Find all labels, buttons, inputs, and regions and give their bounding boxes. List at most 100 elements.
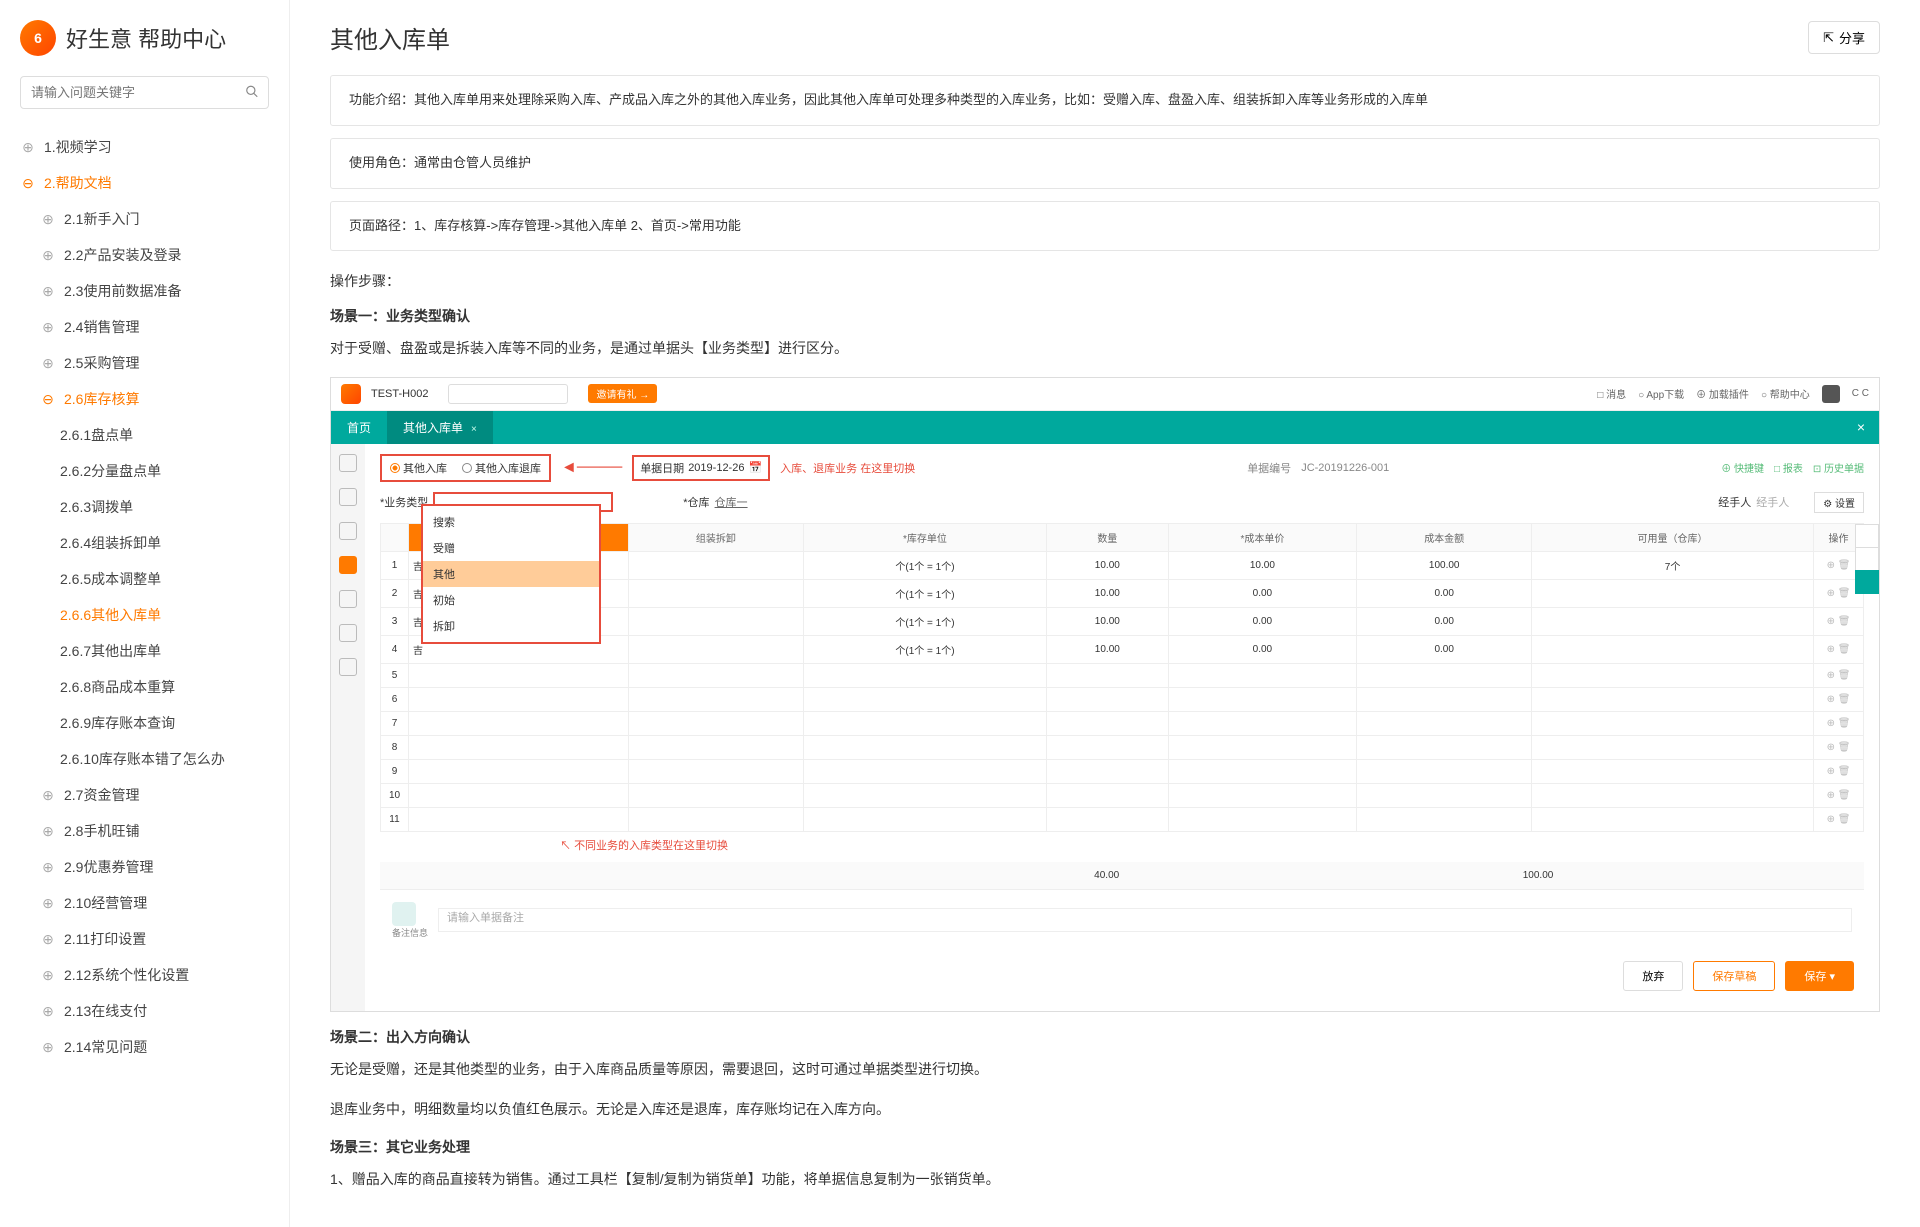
arrow-icon: ◄──── xyxy=(561,459,622,477)
th-assembly: 组装拆卸 xyxy=(629,523,804,551)
ss-history-link: ⊡ 历史单据 xyxy=(1813,460,1864,475)
ss-radio-group: 其他入库 其他入库退库 xyxy=(380,454,551,482)
ss-dd-search: 搜索 xyxy=(423,509,599,535)
remark-icon xyxy=(392,902,416,926)
radio-checked-icon xyxy=(390,463,400,473)
nav-2-3[interactable]: ⊕2.3使用前数据准备 xyxy=(20,273,289,309)
plus-icon: ⊕ xyxy=(40,355,56,371)
ss-nav-icon xyxy=(339,454,357,472)
ss-tab-home: 首页 xyxy=(331,411,387,444)
nav-2-11[interactable]: ⊕2.11打印设置 xyxy=(20,921,289,957)
nav-2-4[interactable]: ⊕2.4销售管理 xyxy=(20,309,289,345)
nav-2-5[interactable]: ⊕2.5采购管理 xyxy=(20,345,289,381)
ss-handler-field: 经手人 经手人 xyxy=(1718,494,1789,510)
main-content: 其他入库单 ⇱ 分享 功能介绍：其他入库单用来处理除采购入库、产成品入库之外的其… xyxy=(290,0,1920,1227)
ss-content: 其他入库 其他入库退库 ◄──── 单据日期 2019-12-26 📅 入库、退… xyxy=(365,444,1879,1011)
nav-2-6[interactable]: ⊖2.6库存核算 xyxy=(20,381,289,417)
intro-label: 功能介绍： xyxy=(349,92,414,107)
search-box xyxy=(20,76,269,109)
nav-2-6-1[interactable]: 2.6.1盘点单 xyxy=(20,417,289,453)
nav-2-10[interactable]: ⊕2.10经营管理 xyxy=(20,885,289,921)
ss-nav-icon xyxy=(339,522,357,540)
table-row: 3吉个(1个 = 1个)10.000.000.00⊕ 🗑 xyxy=(381,607,1864,635)
minus-icon: ⊖ xyxy=(20,175,36,191)
role-box: 使用角色：通常由仓管人员维护 xyxy=(330,138,1880,189)
ss-search-input xyxy=(448,384,568,404)
search-input[interactable] xyxy=(20,76,269,109)
share-icon: ⇱ xyxy=(1823,30,1834,46)
table-row: 9⊕ 🗑 xyxy=(381,759,1864,783)
nav-2-8[interactable]: ⊕2.8手机旺铺 xyxy=(20,813,289,849)
nav-2-12[interactable]: ⊕2.12系统个性化设置 xyxy=(20,957,289,993)
ss-logo-icon xyxy=(341,384,361,404)
ss-link-help: ○ 帮助中心 xyxy=(1761,386,1810,401)
table-row: 5⊕ 🗑 xyxy=(381,663,1864,687)
th-price: *成本单价 xyxy=(1168,523,1357,551)
nav-2-1[interactable]: ⊕2.1新手入门 xyxy=(20,201,289,237)
scene2-desc1: 无论是受赠，还是其他类型的业务，由于入库商品质量等原因，需要退回，这时可通过单据… xyxy=(330,1057,1880,1082)
ss-dd-item-selected: 其他 xyxy=(423,561,599,587)
ss-top-links: □ 消息 ○ App下载 ⊕ 加载插件 ○ 帮助中心 C C xyxy=(1597,385,1869,403)
ss-footer: 放弃 保存草稿 保存 ▾ xyxy=(380,951,1864,1001)
table-row: 7⊕ 🗑 xyxy=(381,711,1864,735)
nav-2-14[interactable]: ⊕2.14常见问题 xyxy=(20,1029,289,1065)
ss-annotation-2: ↖ 不同业务的入库类型在这里切换 xyxy=(560,837,728,853)
path-label: 页面路径： xyxy=(349,218,414,233)
radio-icon xyxy=(462,463,472,473)
ss-dd-item: 初始 xyxy=(423,587,599,613)
plus-icon: ⊕ xyxy=(40,931,56,947)
page-title: 其他入库单 xyxy=(330,20,450,55)
nav-2-6-3[interactable]: 2.6.3调拨单 xyxy=(20,489,289,525)
ss-totals-row: 40.00 100.00 xyxy=(380,862,1864,889)
scene3-desc: 1、赠品入库的商品直接转为销售。通过工具栏【复制/复制为销货单】功能，将单据信息… xyxy=(330,1167,1880,1192)
nav-2-6-9[interactable]: 2.6.9库存账本查询 xyxy=(20,705,289,741)
plus-icon: ⊕ xyxy=(40,859,56,875)
plus-icon: ⊕ xyxy=(40,247,56,263)
role-label: 使用角色： xyxy=(349,155,414,170)
nav-2-6-10[interactable]: 2.6.10库存账本错了怎么办 xyxy=(20,741,289,777)
nav-2-6-2[interactable]: 2.6.2分量盘点单 xyxy=(20,453,289,489)
plus-icon: ⊕ xyxy=(40,1039,56,1055)
ss-nav-icon xyxy=(339,658,357,676)
nav-2-6-8[interactable]: 2.6.8商品成本重算 xyxy=(20,669,289,705)
nav-docs[interactable]: ⊖2.帮助文档 xyxy=(20,165,289,201)
ss-dd-item: 受赠 xyxy=(423,535,599,561)
ss-draft-button: 保存草稿 xyxy=(1693,961,1775,991)
scene1-title: 场景一：业务类型确认 xyxy=(330,306,1880,326)
plus-icon: ⊕ xyxy=(40,1003,56,1019)
th-amt: 成本金额 xyxy=(1357,523,1532,551)
ss-dd-item: 拆卸 xyxy=(423,613,599,639)
nav-2-2[interactable]: ⊕2.2产品安装及登录 xyxy=(20,237,289,273)
ss-warehouse-field: *仓库 仓库一 xyxy=(683,494,747,510)
th-unit: *库存单位 xyxy=(803,523,1046,551)
plus-icon: ⊕ xyxy=(40,895,56,911)
ss-close-icon: × xyxy=(471,424,477,435)
steps-label: 操作步骤： xyxy=(330,271,1880,291)
nav-2-6-4[interactable]: 2.6.4组装拆卸单 xyxy=(20,525,289,561)
ss-save-button: 保存 ▾ xyxy=(1785,961,1854,991)
share-button[interactable]: ⇱ 分享 xyxy=(1808,21,1880,54)
nav-2-6-7[interactable]: 2.6.7其他出库单 xyxy=(20,633,289,669)
ss-leftnav xyxy=(331,444,365,1011)
ss-doc-no: JC-20191226-001 xyxy=(1301,462,1389,474)
ss-right-links: ⊕ 快捷键 □ 报表 ⊡ 历史单据 xyxy=(1721,460,1864,475)
table-row: 1吉个(1个 = 1个)10.0010.00100.007个⊕ 🗑 xyxy=(381,551,1864,579)
nav-2-9[interactable]: ⊕2.9优惠券管理 xyxy=(20,849,289,885)
nav-video[interactable]: ⊕1.视频学习 xyxy=(20,129,289,165)
search-icon[interactable] xyxy=(245,84,259,101)
ss-remark-area: 备注信息 请输入单据备注 xyxy=(380,889,1864,951)
nav-2-6-5[interactable]: 2.6.5成本调整单 xyxy=(20,561,289,597)
table-row: 8⊕ 🗑 xyxy=(381,735,1864,759)
table-row: 2吉个(1个 = 1个)10.000.000.00⊕ 🗑 xyxy=(381,579,1864,607)
ss-link-msg: □ 消息 xyxy=(1597,386,1626,401)
nav-2-7[interactable]: ⊕2.7资金管理 xyxy=(20,777,289,813)
table-row: 4吉个(1个 = 1个)10.000.000.00⊕ 🗑 xyxy=(381,635,1864,663)
nav-2-6-6[interactable]: 2.6.6其他入库单 xyxy=(20,597,289,633)
scene1-desc: 对于受赠、盘盈或是拆装入库等不同的业务，是通过单据头【业务类型】进行区分。 xyxy=(330,336,1880,361)
nav-2-13[interactable]: ⊕2.13在线支付 xyxy=(20,993,289,1029)
ss-widget-icon-active xyxy=(1855,570,1879,594)
table-row: 10⊕ 🗑 xyxy=(381,783,1864,807)
ss-remark-input: 请输入单据备注 xyxy=(438,908,1852,932)
scene2-desc2: 退库业务中，明细数量均以负值红色展示。无论是入库还是退库，库存账均记在入库方向。 xyxy=(330,1097,1880,1122)
role-text: 通常由仓管人员维护 xyxy=(414,155,531,170)
